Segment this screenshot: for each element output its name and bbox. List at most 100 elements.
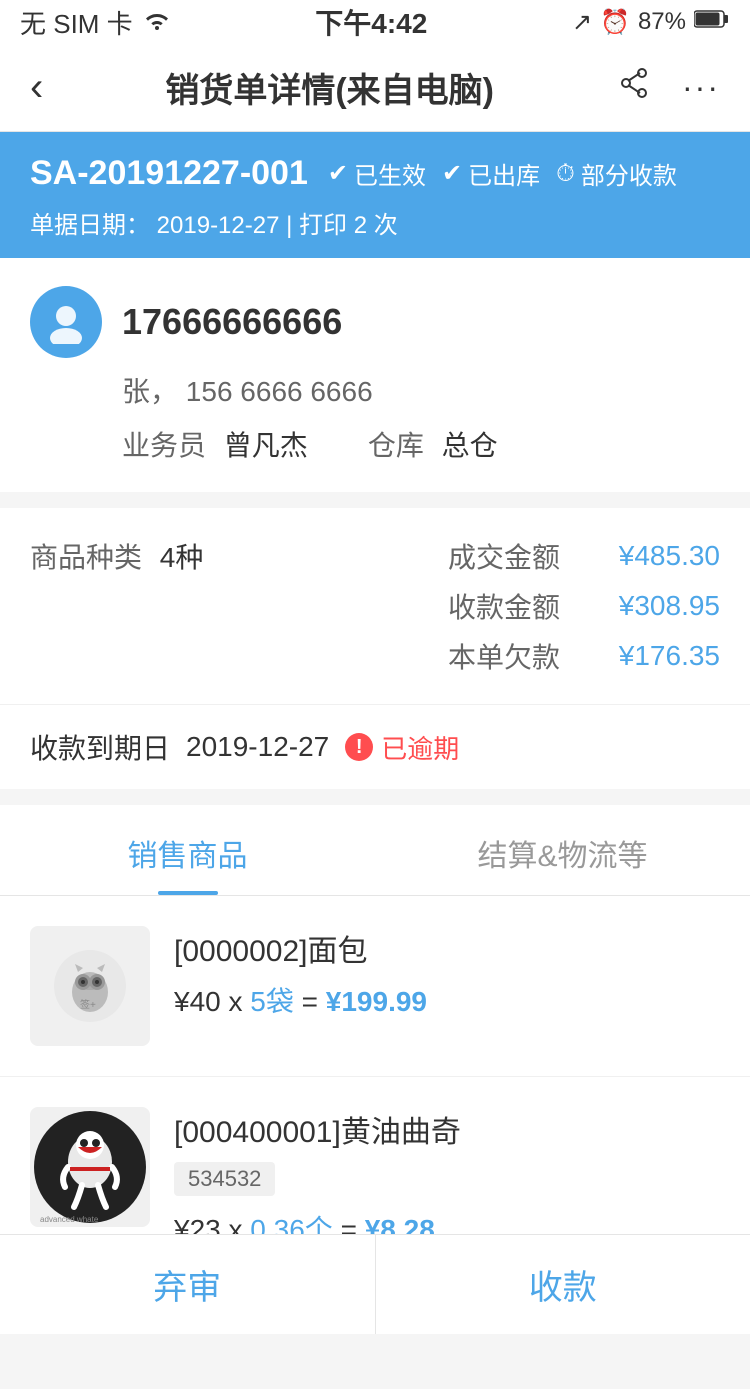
status-tag-effective: ✔ 已生效 [328,156,426,191]
tabs-section: 销售商品 结算&物流等 [0,789,750,1279]
due-date-value: 2019-12-27 [186,731,329,763]
customer-row: 17666666666 [30,286,720,358]
divider-1 [0,492,750,508]
customer-name-text: 张， [122,376,178,407]
tabs-bar: 销售商品 结算&物流等 [0,805,750,896]
salesperson-field: 业务员 曾凡杰 [122,424,308,464]
deal-amount-label: 成交金额 [448,536,560,576]
avatar [30,286,102,358]
battery-icon [694,8,730,36]
nav-actions: ··· [616,65,720,110]
share-button[interactable] [616,65,652,110]
customer-meta: 业务员 曾凡杰 仓库 总仓 [122,424,720,464]
product-total-1: ¥199.99 [326,986,427,1017]
alarm-icon: ⏰ [600,8,630,37]
product-info-2: [000400001]黄油曲奇 534532 ¥23 x 0.36个 = ¥8.… [174,1107,720,1248]
summary-left: 商品种类 4种 [30,536,203,576]
product-title-2: 黄油曲奇 [341,1116,461,1149]
product-name-2: [000400001]黄油曲奇 [174,1107,720,1151]
owed-value: ¥176.35 [580,640,720,672]
clock-icon: ⏱ [556,160,575,188]
overdue-badge: ! 已逾期 [345,729,459,766]
tab-sales-label: 销售商品 [128,840,248,873]
summary-right: 成交金额 ¥485.30 收款金额 ¥308.95 本单欠款 ¥176.35 [448,536,720,676]
owed-label: 本单欠款 [448,636,560,676]
product-qty-1: 5袋 [250,986,294,1017]
abandon-review-label: 弃审 [153,1260,221,1309]
collected-value: ¥308.95 [580,590,720,622]
collect-payment-button[interactable]: 收款 [376,1235,750,1334]
equals-sign-1: = [302,986,326,1017]
status-effective-label: 已生效 [354,156,426,191]
warehouse-value: 总仓 [442,430,498,461]
warehouse-field: 仓库 总仓 [368,424,498,464]
status-bar-time: 下午4:42 [315,2,427,42]
product-code-1: [0000002] [174,935,307,968]
tab-settlement-label: 结算&物流等 [477,840,647,873]
wifi-signal-icon [143,7,171,38]
tab-sales-products[interactable]: 销售商品 [0,805,375,895]
more-button[interactable]: ··· [682,69,720,106]
product-tag-2: 534532 [174,1162,275,1196]
check-icon-1: ✔ [328,159,348,188]
owed-row: 本单欠款 ¥176.35 [448,636,720,676]
carrier-text: 无 SIM 卡 [20,4,133,41]
customer-phone: 17666666666 [122,301,342,343]
salesperson-value: 曾凡杰 [224,430,308,461]
svg-text:advanced whate: advanced whate [40,1215,99,1224]
order-number: SA-20191227-001 [30,154,308,193]
status-bar: 无 SIM 卡 下午4:42 ↗ ⏰ 87% [0,0,750,44]
product-list: 签+ [0000002]面包 ¥40 x 5袋 = ¥199.99 [0,896,750,1279]
footer: 弃审 收款 [0,1234,750,1334]
price-base-1: ¥40 [174,986,221,1017]
status-partial-label: 部分收款 [581,156,677,191]
battery-text: 87% [638,8,686,36]
product-name-1: [0000002]面包 [174,926,720,970]
back-button[interactable]: ‹ [30,65,43,110]
product-code-2: [000400001] [174,1116,341,1149]
overdue-label: 已逾期 [381,729,459,766]
product-type-count: 4种 [160,542,204,573]
header-banner-bottom: 单据日期： 2019-12-27 | 打印 2 次 [30,205,720,240]
summary-section: 商品种类 4种 成交金额 ¥485.30 收款金额 ¥308.95 本单欠款 ¥… [0,508,750,704]
order-header-banner: SA-20191227-001 ✔ 已生效 ✔ 已出库 ⏱ 部分收款 单据日期：… [0,132,750,258]
print-count: 2 次 [354,212,398,239]
status-tags: ✔ 已生效 ✔ 已出库 ⏱ 部分收款 [328,156,677,191]
page-title: 销货单详情(来自电脑) [165,63,494,112]
product-price-1: ¥40 x 5袋 = ¥199.99 [174,980,720,1020]
multiply-sign-1: x [229,986,251,1017]
list-item: 签+ [0000002]面包 ¥40 x 5袋 = ¥199.99 [0,896,750,1077]
order-date: 2019-12-27 [157,212,280,239]
collected-row: 收款金额 ¥308.95 [448,586,720,626]
deal-amount-row: 成交金额 ¥485.30 [448,536,720,576]
product-thumb-2: advanced whate [30,1107,150,1227]
status-tag-partial: ⏱ 部分收款 [556,156,677,191]
product-thumb-1: 签+ [30,926,150,1046]
status-bar-right: ↗ ⏰ 87% [572,8,730,37]
due-date-label: 收款到期日 [30,727,170,767]
overdue-icon: ! [345,733,373,761]
warehouse-label: 仓库 [368,430,424,461]
status-shipped-label: 已出库 [468,156,540,191]
nav-bar: ‹ 销货单详情(来自电脑) ··· [0,44,750,132]
print-label: 打印 [299,212,347,239]
product-info-1: [0000002]面包 ¥40 x 5袋 = ¥199.99 [174,926,720,1020]
collected-label: 收款金额 [448,586,560,626]
product-title-1: 面包 [307,935,367,968]
customer-name-phone: 张， 156 6666 6666 [122,370,720,410]
separator: | [286,212,299,239]
deal-amount-value: ¥485.30 [580,540,720,572]
date-label: 单据日期： [30,212,150,239]
status-bar-left: 无 SIM 卡 [20,4,171,41]
salesperson-label: 业务员 [122,430,206,461]
status-tag-shipped: ✔ 已出库 [442,156,540,191]
tab-settlement[interactable]: 结算&物流等 [375,805,750,895]
svg-text:签+: 签+ [80,998,96,1011]
abandon-review-button[interactable]: 弃审 [0,1235,376,1334]
header-banner-top: SA-20191227-001 ✔ 已生效 ✔ 已出库 ⏱ 部分收款 [30,154,720,193]
due-date-section: 收款到期日 2019-12-27 ! 已逾期 [0,704,750,789]
check-icon-2: ✔ [442,159,462,188]
location-icon: ↗ [572,8,592,37]
product-type-label: 商品种类 [30,542,142,573]
customer-phone2: 156 6666 6666 [186,376,373,407]
